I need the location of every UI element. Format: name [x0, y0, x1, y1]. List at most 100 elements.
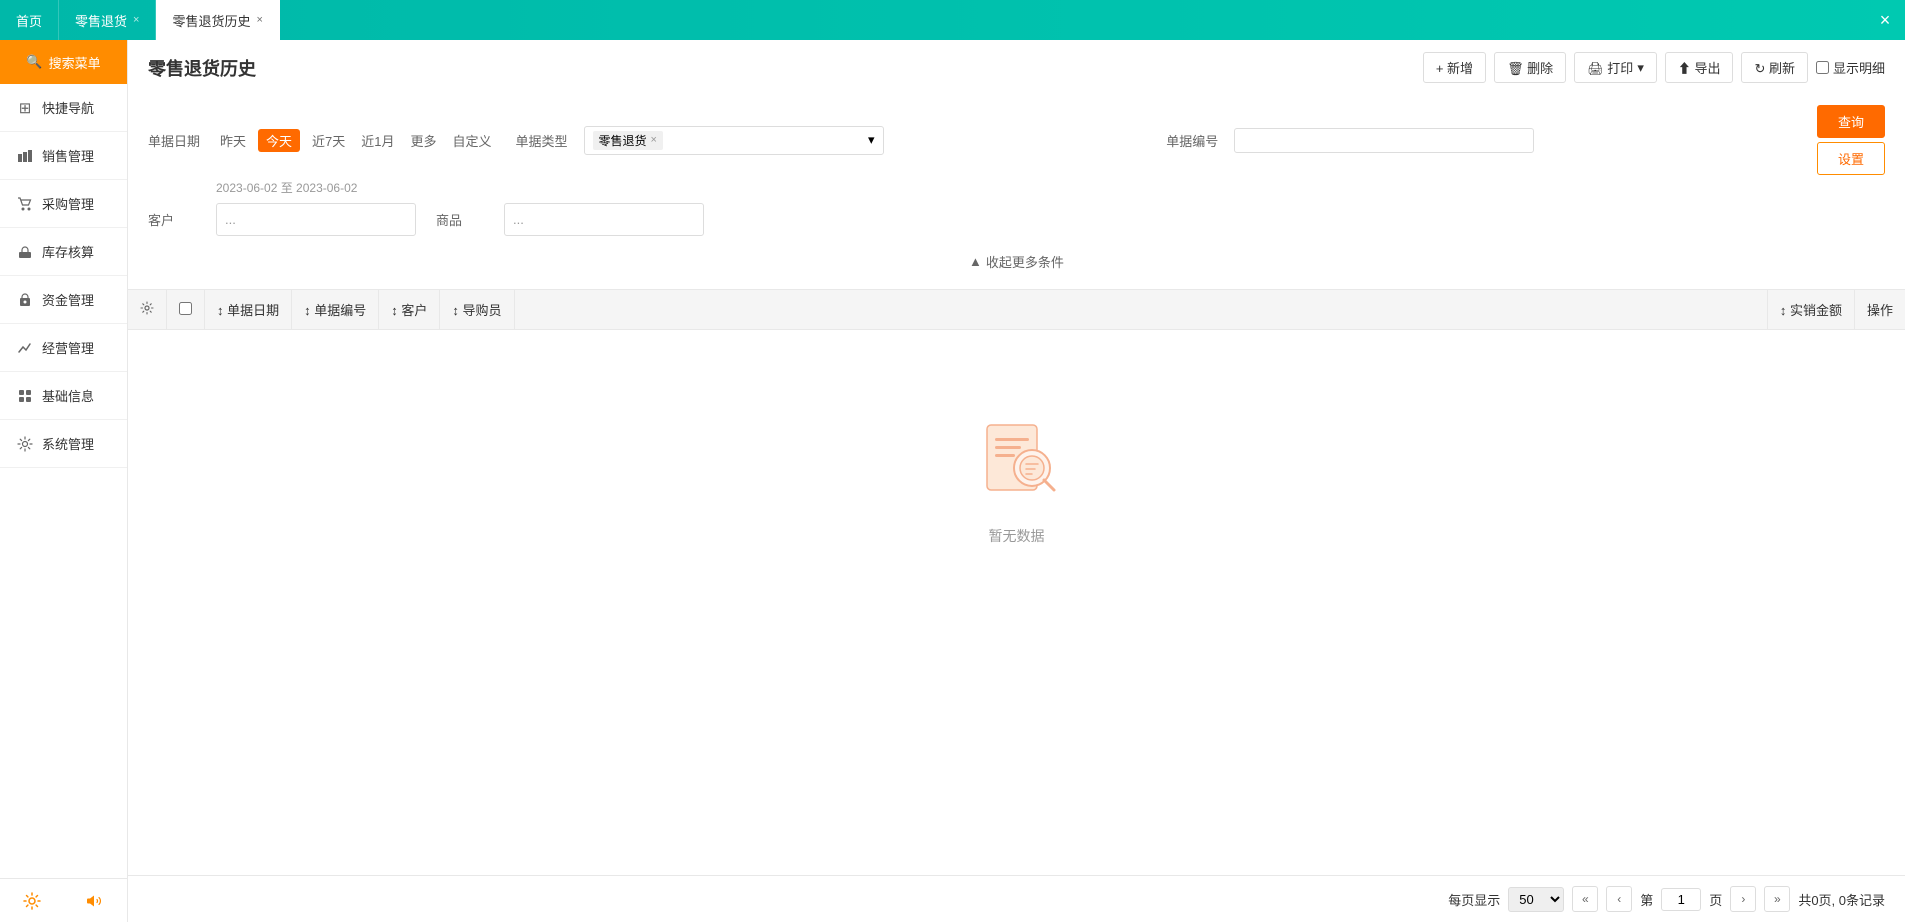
inventory-icon	[16, 243, 34, 261]
th-checkbox[interactable]	[167, 290, 205, 330]
tab-retail-return-history-label: 零售退货历史	[172, 11, 250, 30]
date-option-custom[interactable]: 自定义	[449, 129, 496, 152]
goods-filter-select[interactable]: ...	[504, 203, 704, 236]
content-area: 零售退货历史 + 新增 🗑 删除 🖨 打印 ▾ ⬆ 导出	[128, 40, 1905, 922]
sidebar-bottom	[0, 878, 127, 922]
sidebar-item-basic-info[interactable]: 基础信息	[0, 372, 127, 420]
th-date[interactable]: ↕ 单据日期	[205, 290, 292, 330]
sidebar-item-basic-info-label: 基础信息	[42, 386, 94, 405]
date-option-1month[interactable]: 近1月	[357, 129, 398, 152]
data-table: ↕ 单据日期 ↕ 单据编号 ↕ 客户 ↕ 导购员 ↕	[128, 290, 1905, 330]
table-container: ↕ 单据日期 ↕ 单据编号 ↕ 客户 ↕ 导购员 ↕	[128, 290, 1905, 875]
sidebar-item-system-label: 系统管理	[42, 434, 94, 453]
tab-retail-return-history[interactable]: 零售退货历史 ×	[156, 0, 279, 40]
goods-placeholder: ...	[513, 208, 524, 231]
sidebar-item-operation-label: 经营管理	[42, 338, 94, 357]
export-button[interactable]: ⬆ 导出	[1665, 52, 1734, 83]
new-button[interactable]: + 新增	[1423, 52, 1486, 83]
tab-retail-return[interactable]: 零售退货 ×	[59, 0, 156, 40]
show-detail-checkbox[interactable]	[1816, 61, 1829, 74]
sidebar-item-quick-nav-label: 快捷导航	[42, 98, 94, 117]
sidebar-item-finance-label: 资金管理	[42, 290, 94, 309]
export-button-label: ⬆ 导出	[1678, 58, 1721, 77]
pagination-bar: 每页显示 20 50 100 « ‹ 第 页 › » 共0页, 0条记录	[128, 875, 1905, 922]
tab-retail-return-history-close[interactable]: ×	[256, 14, 262, 26]
type-filter-select[interactable]: 零售退货 × ▾	[584, 126, 884, 155]
first-page-button[interactable]: «	[1572, 886, 1598, 912]
sidebar-item-sales-label: 销售管理	[42, 146, 94, 165]
sidebar-item-quick-nav[interactable]: ⊞ 快捷导航	[0, 84, 127, 132]
bill-no-label: 单据编号	[1166, 131, 1226, 150]
bill-no-input[interactable]	[1234, 128, 1534, 153]
settings-gear-button[interactable]	[12, 881, 52, 921]
refresh-button[interactable]: ↻ 刷新	[1741, 52, 1808, 83]
filter-area: 单据日期 昨天 今天 近7天 近1月 更多 自定义 单据类型	[148, 95, 1885, 289]
type-filter-dropdown-icon: ▾	[868, 132, 875, 148]
finance-icon	[16, 291, 34, 309]
sidebar-item-inventory-label: 库存核算	[42, 242, 94, 261]
customer-filter-select[interactable]: ...	[216, 203, 416, 236]
page-number-input[interactable]	[1661, 888, 1701, 911]
quick-nav-icon: ⊞	[16, 99, 34, 117]
show-detail-label: 显示明细	[1833, 58, 1885, 77]
date-option-7days[interactable]: 近7天	[308, 129, 349, 152]
search-icon: 🔍	[26, 54, 42, 70]
th-customer-label: ↕ 客户	[391, 303, 427, 318]
th-guide[interactable]: ↕ 导购员	[440, 290, 514, 330]
search-menu-button[interactable]: 🔍 搜索菜单	[0, 40, 127, 84]
date-option-more[interactable]: 更多	[407, 129, 441, 152]
select-all-checkbox[interactable]	[179, 302, 192, 315]
tab-home[interactable]: 首页	[0, 0, 59, 40]
sidebar-item-inventory[interactable]: 库存核算	[0, 228, 127, 276]
query-button[interactable]: 查询	[1817, 105, 1885, 138]
type-filter-tag: 零售退货 ×	[593, 131, 663, 150]
sidebar-item-purchase-mgmt[interactable]: 采购管理	[0, 180, 127, 228]
goods-filter: 商品 ...	[436, 203, 704, 236]
type-filter-tag-remove[interactable]: ×	[651, 134, 657, 146]
goods-label: 商品	[436, 210, 496, 229]
volume-button[interactable]	[75, 881, 115, 921]
th-bill-no[interactable]: ↕ 单据编号	[292, 290, 379, 330]
page-title: 零售退货历史	[148, 55, 256, 81]
per-page-select[interactable]: 20 50 100	[1508, 887, 1564, 912]
sidebar-item-purchase-label: 采购管理	[42, 194, 94, 213]
date-range-display: 2023-06-02 至 2023-06-02	[216, 181, 357, 195]
tab-list: 首页 零售退货 × 零售退货历史 ×	[0, 0, 1865, 40]
sidebar-item-finance[interactable]: 资金管理	[0, 276, 127, 324]
setting-button[interactable]: 设置	[1817, 142, 1885, 175]
date-options: 昨天 今天 近7天 近1月 更多 自定义	[216, 129, 496, 152]
tab-retail-return-close[interactable]: ×	[133, 14, 139, 26]
basic-info-icon	[16, 387, 34, 405]
sidebar-item-system[interactable]: 系统管理	[0, 420, 127, 468]
tab-home-label: 首页	[16, 11, 42, 30]
print-button-label: 🖨 打印	[1587, 58, 1633, 77]
delete-button-label: 🗑 删除	[1507, 58, 1553, 77]
print-dropdown-icon: ▾	[1637, 60, 1644, 76]
date-option-yesterday[interactable]: 昨天	[216, 129, 250, 152]
prev-page-button[interactable]: ‹	[1606, 886, 1632, 912]
sidebar: 🔍 搜索菜单 ⊞ 快捷导航 销售管理 采购管理	[0, 40, 128, 922]
query-button-label: 查询	[1838, 112, 1864, 131]
bill-no-filter: 单据编号	[1166, 128, 1797, 153]
collapse-label: 收起更多条件	[986, 252, 1064, 271]
window-close-button[interactable]: ×	[1865, 10, 1905, 31]
collapse-button[interactable]: ▲ 收起更多条件	[961, 248, 1072, 275]
sidebar-item-sales-mgmt[interactable]: 销售管理	[0, 132, 127, 180]
main-layout: 🔍 搜索菜单 ⊞ 快捷导航 销售管理 采购管理	[0, 40, 1905, 922]
th-amount[interactable]: ↕ 实销金额	[1767, 290, 1854, 330]
next-page-button[interactable]: ›	[1730, 886, 1756, 912]
top-bar: 首页 零售退货 × 零售退货历史 × ×	[0, 0, 1905, 40]
show-detail-checkbox-label[interactable]: 显示明细	[1816, 58, 1885, 77]
customer-label: 客户	[148, 210, 208, 229]
last-page-button[interactable]: »	[1764, 886, 1790, 912]
operation-icon	[16, 339, 34, 357]
print-button[interactable]: 🖨 打印 ▾	[1574, 52, 1657, 83]
sidebar-item-operation[interactable]: 经营管理	[0, 324, 127, 372]
refresh-button-label: ↻ 刷新	[1754, 58, 1795, 77]
th-gear	[128, 290, 167, 330]
per-page-label: 每页显示	[1448, 890, 1500, 909]
delete-button[interactable]: 🗑 删除	[1494, 52, 1566, 83]
system-icon	[16, 435, 34, 453]
date-option-today[interactable]: 今天	[258, 129, 300, 152]
th-customer[interactable]: ↕ 客户	[379, 290, 440, 330]
